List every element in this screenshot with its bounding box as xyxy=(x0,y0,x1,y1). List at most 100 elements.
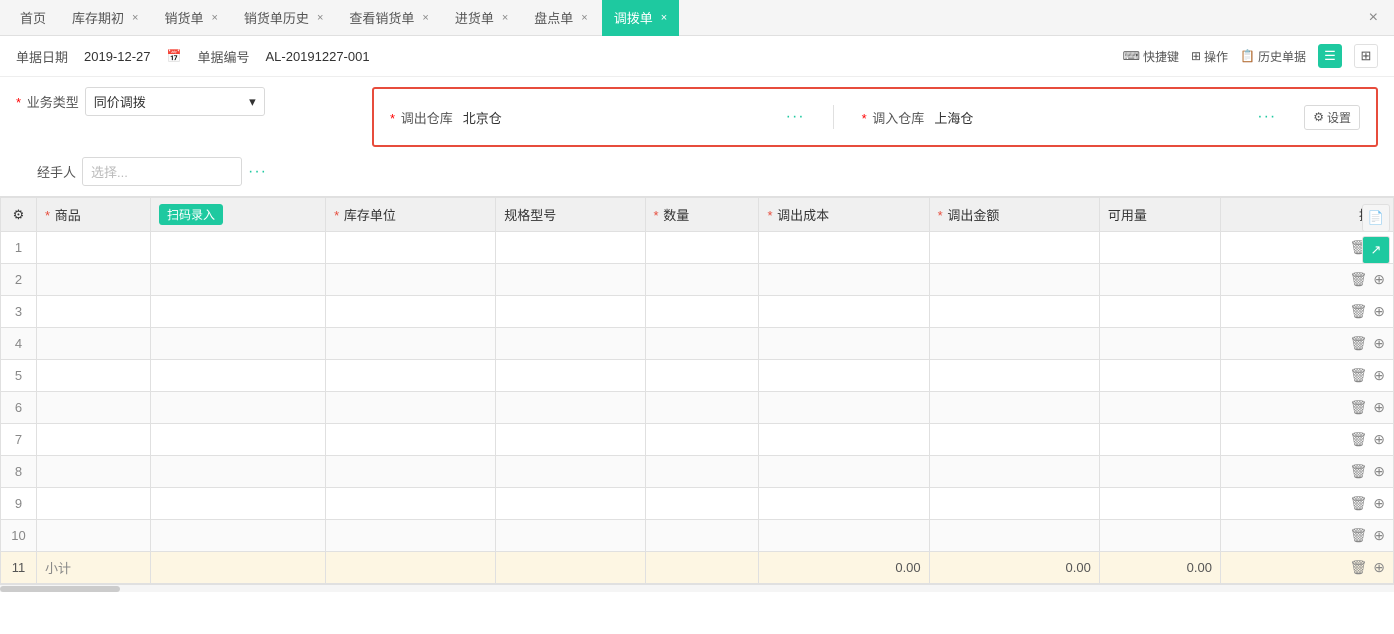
copy-icon[interactable]: ⊕ xyxy=(1373,335,1385,352)
cost-cell xyxy=(759,520,929,552)
product-cell[interactable] xyxy=(37,232,151,264)
tab-close-transfer[interactable]: × xyxy=(661,12,667,24)
empty-cell xyxy=(150,552,325,584)
history-btn[interactable]: 📋 历史单据 xyxy=(1240,48,1306,65)
row-num: 8 xyxy=(1,456,37,488)
col-cost: * 调出成本 xyxy=(759,198,929,232)
layout-list-btn[interactable]: ☰ xyxy=(1318,44,1342,68)
in-warehouse-dots[interactable]: ··· xyxy=(1257,108,1276,126)
tab-close-stock-init[interactable]: × xyxy=(132,12,138,24)
layout-grid-btn[interactable]: ⊞ xyxy=(1354,44,1378,68)
shortcuts-btn[interactable]: ⌨ 快捷键 xyxy=(1123,48,1179,65)
delete-icon[interactable]: 🗑 xyxy=(1349,303,1367,320)
delete-icon[interactable]: 🗑 xyxy=(1349,527,1367,544)
tab-view-sales[interactable]: 查看销货单 × xyxy=(337,0,440,36)
divider xyxy=(833,105,834,129)
shortcuts-icon: ⌨ xyxy=(1123,49,1140,63)
spec-cell xyxy=(496,456,645,488)
available-cell xyxy=(1099,360,1220,392)
delete-icon[interactable]: 🗑 xyxy=(1349,367,1367,384)
col-gear[interactable]: ⚙ xyxy=(1,198,37,232)
qty-cell xyxy=(645,520,759,552)
product-cell[interactable] xyxy=(37,520,151,552)
delete-icon[interactable]: 🗑 xyxy=(1349,495,1367,512)
tab-close-inventory[interactable]: × xyxy=(581,12,587,24)
qty-cell xyxy=(645,456,759,488)
tab-sales-history[interactable]: 销货单历史 × xyxy=(232,0,335,36)
tab-sales[interactable]: 销货单 × xyxy=(152,0,229,36)
table-row: 2 🗑 ⊕ xyxy=(1,264,1394,296)
tab-close-sales-history[interactable]: × xyxy=(317,12,323,24)
delete-icon[interactable]: 🗑 xyxy=(1349,399,1367,416)
tab-purchase[interactable]: 进货单 × xyxy=(443,0,520,36)
tab-close-view-sales[interactable]: × xyxy=(422,12,428,24)
product-cell[interactable] xyxy=(37,328,151,360)
op-cell: 🗑 ⊕ xyxy=(1220,328,1393,360)
product-cell[interactable] xyxy=(37,456,151,488)
copy-icon[interactable]: ⊕ xyxy=(1373,431,1385,448)
qty-cell xyxy=(645,232,759,264)
tab-home[interactable]: 首页 xyxy=(8,0,58,36)
delete-icon[interactable]: 🗑 xyxy=(1349,463,1367,480)
delete-icon[interactable]: 🗑 xyxy=(1349,431,1367,448)
col-spec: 规格型号 xyxy=(496,198,645,232)
out-warehouse-label: * 调出仓库 xyxy=(390,108,453,127)
delete-icon[interactable]: 🗑 xyxy=(1349,271,1367,288)
calendar-icon[interactable]: 📅 xyxy=(167,49,182,63)
table-row: 5 🗑 ⊕ xyxy=(1,360,1394,392)
product-cell[interactable] xyxy=(37,424,151,456)
operator-select[interactable]: 选择... xyxy=(82,157,242,186)
product-cell[interactable] xyxy=(37,488,151,520)
row-num: 5 xyxy=(1,360,37,392)
op-cell: 🗑 ⊕ xyxy=(1220,360,1393,392)
product-cell[interactable] xyxy=(37,360,151,392)
tab-bar-close-btn[interactable]: × xyxy=(1361,5,1386,31)
sidebar-doc-btn[interactable]: 📄 xyxy=(1362,204,1390,232)
copy-icon[interactable]: ⊕ xyxy=(1373,399,1385,416)
tab-close-purchase[interactable]: × xyxy=(502,12,508,24)
subtotal-cost: 0.00 xyxy=(759,552,929,584)
cost-cell xyxy=(759,424,929,456)
spec-cell xyxy=(496,520,645,552)
tab-stock-init[interactable]: 库存期初 × xyxy=(60,0,150,36)
doc-label: 单据编号 xyxy=(197,47,249,66)
copy-icon[interactable]: ⊕ xyxy=(1373,559,1385,576)
business-type-select[interactable]: 同价调拨 ▾ xyxy=(85,87,265,116)
tab-transfer[interactable]: 调拨单 × xyxy=(602,0,679,36)
tab-close-sales[interactable]: × xyxy=(211,12,217,24)
table-row: 7 🗑 ⊕ xyxy=(1,424,1394,456)
scrollbar-thumb[interactable] xyxy=(0,586,120,592)
scan-cell xyxy=(150,264,325,296)
row-num: 3 xyxy=(1,296,37,328)
cost-cell xyxy=(759,392,929,424)
tab-inventory[interactable]: 盘点单 × xyxy=(522,0,599,36)
date-label: 单据日期 xyxy=(16,47,68,66)
delete-icon[interactable]: 🗑 xyxy=(1349,559,1367,576)
cost-cell xyxy=(759,360,929,392)
copy-icon[interactable]: ⊕ xyxy=(1373,495,1385,512)
operations-btn[interactable]: ⊞ 操作 xyxy=(1191,48,1228,65)
cost-cell xyxy=(759,456,929,488)
row-num: 2 xyxy=(1,264,37,296)
product-cell[interactable] xyxy=(37,296,151,328)
scrollbar[interactable] xyxy=(0,584,1394,592)
product-cell[interactable] xyxy=(37,264,151,296)
scan-cell xyxy=(150,328,325,360)
amount-cell xyxy=(929,232,1099,264)
copy-icon[interactable]: ⊕ xyxy=(1373,463,1385,480)
sidebar-export-btn[interactable]: ↗ xyxy=(1362,236,1390,264)
product-cell[interactable] xyxy=(37,392,151,424)
copy-icon[interactable]: ⊕ xyxy=(1373,303,1385,320)
copy-icon[interactable]: ⊕ xyxy=(1373,367,1385,384)
delete-icon[interactable]: 🗑 xyxy=(1349,335,1367,352)
scan-btn[interactable]: 扫码录入 xyxy=(159,204,223,225)
doc-value: AL-20191227-001 xyxy=(265,49,369,64)
copy-icon[interactable]: ⊕ xyxy=(1373,527,1385,544)
copy-icon[interactable]: ⊕ xyxy=(1373,271,1385,288)
out-warehouse-dots[interactable]: ··· xyxy=(786,108,805,126)
operator-dots[interactable]: ··· xyxy=(248,163,267,181)
setting-button[interactable]: ⚙ 设置 xyxy=(1304,105,1360,130)
amount-cell xyxy=(929,456,1099,488)
op-cell: 🗑 ⊕ xyxy=(1220,488,1393,520)
table-row: 10 🗑 ⊕ xyxy=(1,520,1394,552)
